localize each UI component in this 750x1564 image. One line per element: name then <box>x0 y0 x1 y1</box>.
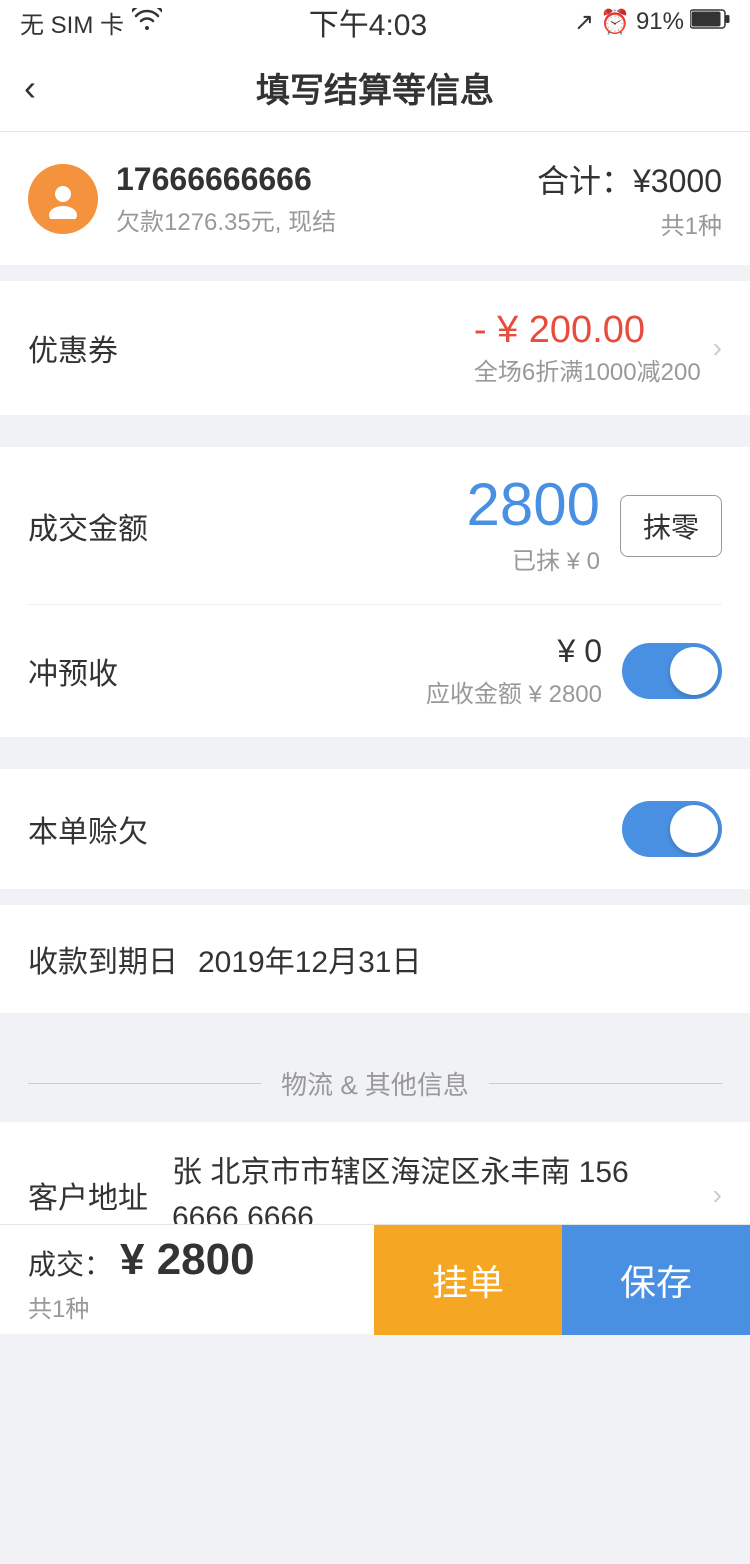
debt-section: 本单赊欠 <box>0 769 750 889</box>
battery-text: 91% <box>636 8 684 36</box>
bottom-summary: 成交： ¥ 2800 共1种 <box>0 1235 374 1324</box>
section-divider-2 <box>0 753 750 769</box>
bottom-count: 共1种 <box>28 1289 346 1324</box>
bottom-deal: 成交： ¥ 2800 <box>28 1235 346 1285</box>
due-label: 收款到期日 <box>28 937 178 981</box>
bottom-deal-value: ¥ 2800 <box>120 1235 255 1285</box>
alarm-icon: ⏰ <box>600 8 630 37</box>
amount-sub: 已抹 ¥ 0 <box>467 541 600 576</box>
amount-label: 成交金额 <box>28 504 148 548</box>
bottom-deal-label: 成交： <box>28 1243 112 1283</box>
chong-sub: 应收金额 ¥ 2800 <box>426 674 602 709</box>
amount-value: 2800 <box>467 475 600 535</box>
debt-toggle[interactable] <box>622 801 722 857</box>
address-chevron-icon: › <box>713 1179 722 1211</box>
user-phone: 17666666666 <box>116 161 336 198</box>
coupon-chevron-icon: › <box>713 332 722 364</box>
amount-row: 成交金额 2800 已抹 ¥ 0 抹零 <box>0 447 750 604</box>
coupon-amount-value: - ¥ 200.00 <box>474 309 701 352</box>
suspend-button[interactable]: 挂单 <box>374 1225 562 1335</box>
status-right: ↗ ⏰ 91% <box>574 8 730 37</box>
user-info: 17666666666 欠款1276.35元, 现结 <box>116 161 336 237</box>
user-total: 合计：¥3000 <box>537 156 722 202</box>
user-left: 17666666666 欠款1276.35元, 现结 <box>28 161 336 237</box>
coupon-label: 优惠券 <box>28 326 118 370</box>
battery-icon <box>690 8 730 36</box>
section-divider-1 <box>0 431 750 447</box>
address-label: 客户地址 <box>28 1173 148 1217</box>
logistics-divider: 物流 & 其他信息 <box>0 1045 750 1122</box>
chong-amount: ¥ 0 <box>426 633 602 670</box>
coupon-section[interactable]: 优惠券 - ¥ 200.00 全场6折满1000减200 › <box>0 281 750 415</box>
bottom-bar: 成交： ¥ 2800 共1种 挂单 保存 <box>0 1224 750 1334</box>
user-subtitle: 欠款1276.35元, 现结 <box>116 202 336 237</box>
user-info-section: 17666666666 欠款1276.35元, 现结 合计：¥3000 共1种 <box>0 132 750 265</box>
chong-right: ¥ 0 应收金额 ¥ 2800 <box>426 633 722 709</box>
back-button[interactable]: ‹ <box>24 70 36 106</box>
status-time: 下午4:03 <box>309 0 427 44</box>
coupon-amount-block: - ¥ 200.00 全场6折满1000减200 <box>474 309 701 387</box>
content-area: 17666666666 欠款1276.35元, 现结 合计：¥3000 共1种 … <box>0 132 750 1564</box>
amount-right: 2800 已抹 ¥ 0 抹零 <box>467 475 723 576</box>
logistics-text: 物流 & 其他信息 <box>281 1065 469 1102</box>
debt-label: 本单赊欠 <box>28 807 148 851</box>
coupon-right: - ¥ 200.00 全场6折满1000减200 › <box>474 309 722 387</box>
status-left: 无 SIM 卡 <box>20 5 162 40</box>
divider-line-left <box>28 1083 261 1084</box>
chong-row: 冲预收 ¥ 0 应收金额 ¥ 2800 <box>0 605 750 737</box>
user-count: 共1种 <box>537 206 722 241</box>
amount-number-block: 2800 已抹 ¥ 0 <box>467 475 600 576</box>
nav-bar: ‹ 填写结算等信息 <box>0 44 750 132</box>
page-title: 填写结算等信息 <box>256 63 494 112</box>
coupon-desc: 全场6折满1000减200 <box>474 352 701 387</box>
transaction-section: 成交金额 2800 已抹 ¥ 0 抹零 冲预收 ¥ 0 应收金额 ¥ 2800 <box>0 447 750 737</box>
save-button[interactable]: 保存 <box>562 1225 750 1335</box>
user-right: 合计：¥3000 共1种 <box>537 156 722 241</box>
chong-label: 冲预收 <box>28 649 118 693</box>
location-icon: ↗ <box>574 8 594 37</box>
chong-amount-block: ¥ 0 应收金额 ¥ 2800 <box>426 633 602 709</box>
avatar <box>28 164 98 234</box>
divider-line-right <box>489 1083 722 1084</box>
wifi-icon <box>132 8 162 37</box>
chong-toggle[interactable] <box>622 643 722 699</box>
due-date-section: 收款到期日 2019年12月31日 <box>0 905 750 1013</box>
round-button[interactable]: 抹零 <box>620 495 722 557</box>
section-divider-3 <box>0 1029 750 1045</box>
status-bar: 无 SIM 卡 下午4:03 ↗ ⏰ 91% <box>0 0 750 44</box>
carrier-text: 无 SIM 卡 <box>20 5 124 40</box>
due-value: 2019年12月31日 <box>198 937 421 981</box>
